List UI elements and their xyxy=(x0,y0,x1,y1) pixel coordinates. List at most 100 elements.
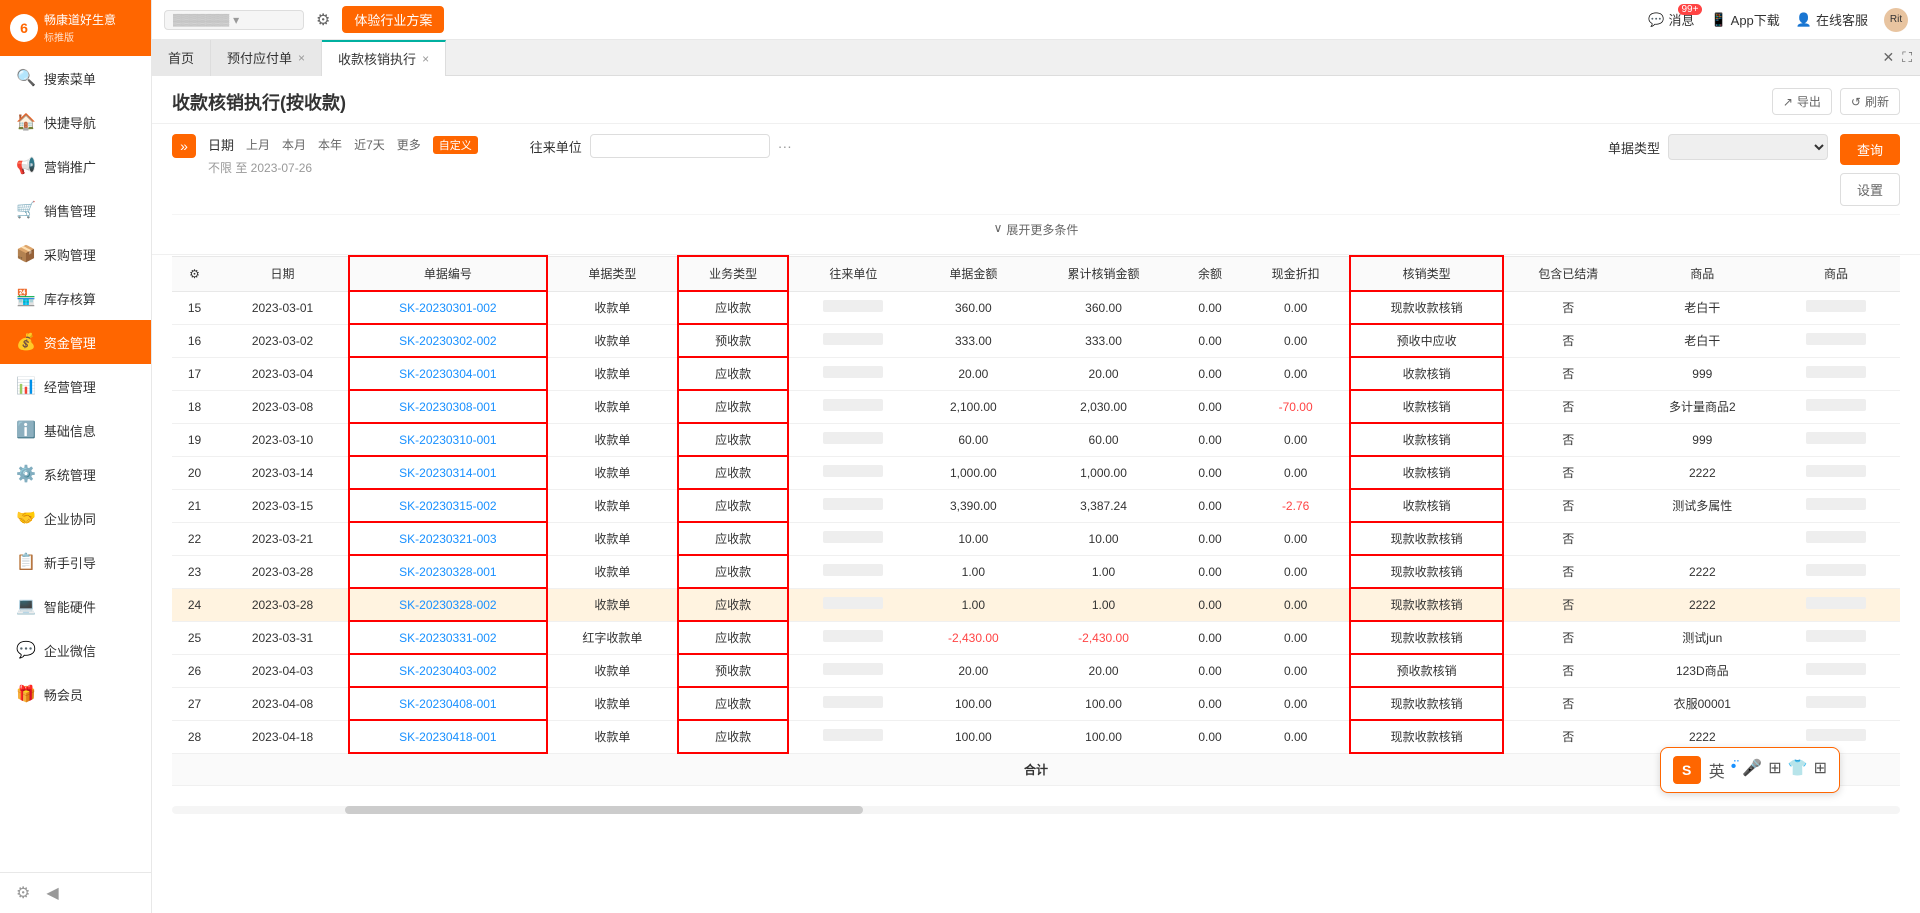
floating-icon-2[interactable]: •̈ xyxy=(1731,758,1737,782)
cell-voucher_no[interactable]: SK-20230328-002 xyxy=(349,588,547,621)
expand-more-row[interactable]: ∨ 展开更多条件 xyxy=(172,214,1900,244)
filter-settings-button[interactable]: 设置 xyxy=(1840,173,1900,206)
cell-voucher_no[interactable]: SK-20230301-002 xyxy=(349,291,547,324)
voucher-link[interactable]: SK-20230314-001 xyxy=(399,466,496,480)
voucher-link[interactable]: SK-20230328-001 xyxy=(399,565,496,579)
cell-voucher_no[interactable]: SK-20230328-001 xyxy=(349,555,547,588)
floating-s-icon[interactable]: S xyxy=(1673,756,1701,784)
floating-icon-5[interactable]: 👕 xyxy=(1788,758,1808,782)
online-service-link[interactable]: 👤 在线客服 xyxy=(1796,10,1868,29)
date-quick-btn-上月[interactable]: 上月 xyxy=(242,134,274,155)
scrollbar-thumb[interactable] xyxy=(345,806,863,814)
tab-close-prepay[interactable]: × xyxy=(298,51,305,65)
counterpart-input[interactable] xyxy=(590,134,770,158)
col-header-gear[interactable]: ⚙ xyxy=(172,256,217,291)
sidebar-item-operations[interactable]: 📊经营管理 xyxy=(0,364,151,408)
cell-voucher_no[interactable]: SK-20230308-001 xyxy=(349,390,547,423)
voucher-link[interactable]: SK-20230408-001 xyxy=(399,697,496,711)
table-row: 282023-04-18SK-20230418-001收款单应收款100.001… xyxy=(172,720,1900,753)
date-quick-btn-更多[interactable]: 更多 xyxy=(393,134,425,155)
sidebar-icon-weixin: 💬 xyxy=(16,640,36,660)
tab-collection-exec[interactable]: 收款核销执行× xyxy=(322,40,446,76)
voucher-link[interactable]: SK-20230308-001 xyxy=(399,400,496,414)
cell-voucher_no[interactable]: SK-20230304-001 xyxy=(349,357,547,390)
date-quick-btn-本年[interactable]: 本年 xyxy=(314,134,346,155)
floating-icon-1[interactable]: 英 xyxy=(1709,758,1725,782)
sidebar-item-member[interactable]: 🎁畅会员 xyxy=(0,672,151,716)
tab-prepay[interactable]: 预付应付单× xyxy=(211,40,322,76)
voucher-link[interactable]: SK-20230301-002 xyxy=(399,301,496,315)
date-quick-btn-本月[interactable]: 本月 xyxy=(278,134,310,155)
voucher-link[interactable]: SK-20230310-001 xyxy=(399,433,496,447)
export-button[interactable]: ↗ 导出 xyxy=(1772,88,1832,115)
query-button[interactable]: 查询 xyxy=(1840,134,1900,165)
filter-dots[interactable]: ··· xyxy=(778,138,792,154)
voucher-link[interactable]: SK-20230302-002 xyxy=(399,334,496,348)
cell-counterpart xyxy=(788,324,918,357)
sidebar-item-inventory[interactable]: 🏪库存核算 xyxy=(0,276,151,320)
cell-voucher_no[interactable]: SK-20230302-002 xyxy=(349,324,547,357)
col-header-goods: 商品 xyxy=(1632,256,1772,291)
user-avatar[interactable]: Rit xyxy=(1884,8,1908,32)
cell-cash_discount: 0.00 xyxy=(1242,456,1350,489)
workspace-selector[interactable]: ▓▓▓▓▓▓▓ ▾ xyxy=(164,10,304,30)
sidebar-item-marketing[interactable]: 📢营销推广 xyxy=(0,144,151,188)
sidebar-item-system[interactable]: ⚙️系统管理 xyxy=(0,452,151,496)
sidebar-label-inventory: 库存核算 xyxy=(44,289,96,308)
sidebar-item-enterprise[interactable]: 🤝企业协同 xyxy=(0,496,151,540)
table-scrollbar[interactable] xyxy=(172,806,1900,814)
expand-more-label: 展开更多条件 xyxy=(1006,221,1078,238)
topbar-settings-icon[interactable]: ⚙ xyxy=(316,10,330,30)
sidebar-item-sales[interactable]: 🛒销售管理 xyxy=(0,188,151,232)
message-link[interactable]: 💬 消息 99+ xyxy=(1648,10,1694,29)
cell-voucher_no[interactable]: SK-20230418-001 xyxy=(349,720,547,753)
cell-cash_discount: 0.00 xyxy=(1242,291,1350,324)
cell-voucher_no[interactable]: SK-20230315-002 xyxy=(349,489,547,522)
sidebar-item-smart[interactable]: 💻智能硬件 xyxy=(0,584,151,628)
custom-date-button[interactable]: 自定义 xyxy=(433,136,478,154)
cell-amount: -2,430.00 xyxy=(918,621,1029,654)
cell-voucher_type: 收款单 xyxy=(547,291,678,324)
voucher-link[interactable]: SK-20230418-001 xyxy=(399,730,496,744)
cell-voucher_no[interactable]: SK-20230408-001 xyxy=(349,687,547,720)
cell-no: 15 xyxy=(172,291,217,324)
cell-voucher_no[interactable]: SK-20230331-002 xyxy=(349,621,547,654)
date-quick-btn-近7天[interactable]: 近7天 xyxy=(350,134,389,155)
settings-footer-icon[interactable]: ⚙ xyxy=(16,883,30,903)
voucher-link[interactable]: SK-20230304-001 xyxy=(399,367,496,381)
voucher-link[interactable]: SK-20230403-002 xyxy=(399,664,496,678)
floating-icon-4[interactable]: ⊞ xyxy=(1768,758,1781,782)
solution-button[interactable]: 体验行业方案 xyxy=(342,6,444,33)
cell-cash_discount: 0.00 xyxy=(1242,357,1350,390)
filter-expand-button[interactable]: » xyxy=(172,134,196,158)
floating-icon-6[interactable]: ⊞ xyxy=(1814,758,1827,782)
voucher-link[interactable]: SK-20230315-002 xyxy=(399,499,496,513)
cell-cum_writeoff: 2,030.00 xyxy=(1029,390,1178,423)
sidebar-item-guide[interactable]: 📋新手引导 xyxy=(0,540,151,584)
sidebar-item-basic[interactable]: ℹ️基础信息 xyxy=(0,408,151,452)
tab-home[interactable]: 首页 xyxy=(152,40,211,76)
tab-close-collection-exec[interactable]: × xyxy=(422,52,429,66)
cell-voucher_no[interactable]: SK-20230314-001 xyxy=(349,456,547,489)
cell-voucher_no[interactable]: SK-20230321-003 xyxy=(349,522,547,555)
tab-expand-icon[interactable]: ⛶ xyxy=(1902,49,1912,66)
collapse-icon[interactable]: ◀ xyxy=(46,883,58,903)
sidebar-item-search[interactable]: 🔍搜索菜单 xyxy=(0,56,151,100)
cell-voucher_no[interactable]: SK-20230403-002 xyxy=(349,654,547,687)
tab-close-all-icon[interactable]: ✕ xyxy=(1882,49,1894,66)
sidebar-label-purchase: 采购管理 xyxy=(44,245,96,264)
sidebar-item-finance[interactable]: 💰资金管理 xyxy=(0,320,151,364)
floating-icon-3[interactable]: 🎤 xyxy=(1742,758,1762,782)
sidebar-item-purchase[interactable]: 📦采购管理 xyxy=(0,232,151,276)
sidebar-item-quick-nav[interactable]: 🏠快捷导航 xyxy=(0,100,151,144)
voucher-type-select[interactable] xyxy=(1668,134,1828,160)
sidebar-icon-marketing: 📢 xyxy=(16,156,36,176)
refresh-button[interactable]: ↺ 刷新 xyxy=(1840,88,1900,115)
sidebar-item-weixin[interactable]: 💬企业微信 xyxy=(0,628,151,672)
voucher-link[interactable]: SK-20230321-003 xyxy=(399,532,496,546)
cell-goods2 xyxy=(1772,555,1900,588)
voucher-link[interactable]: SK-20230328-002 xyxy=(399,598,496,612)
voucher-link[interactable]: SK-20230331-002 xyxy=(399,631,496,645)
app-download-link[interactable]: 📱 App下载 xyxy=(1710,10,1779,29)
cell-voucher_no[interactable]: SK-20230310-001 xyxy=(349,423,547,456)
